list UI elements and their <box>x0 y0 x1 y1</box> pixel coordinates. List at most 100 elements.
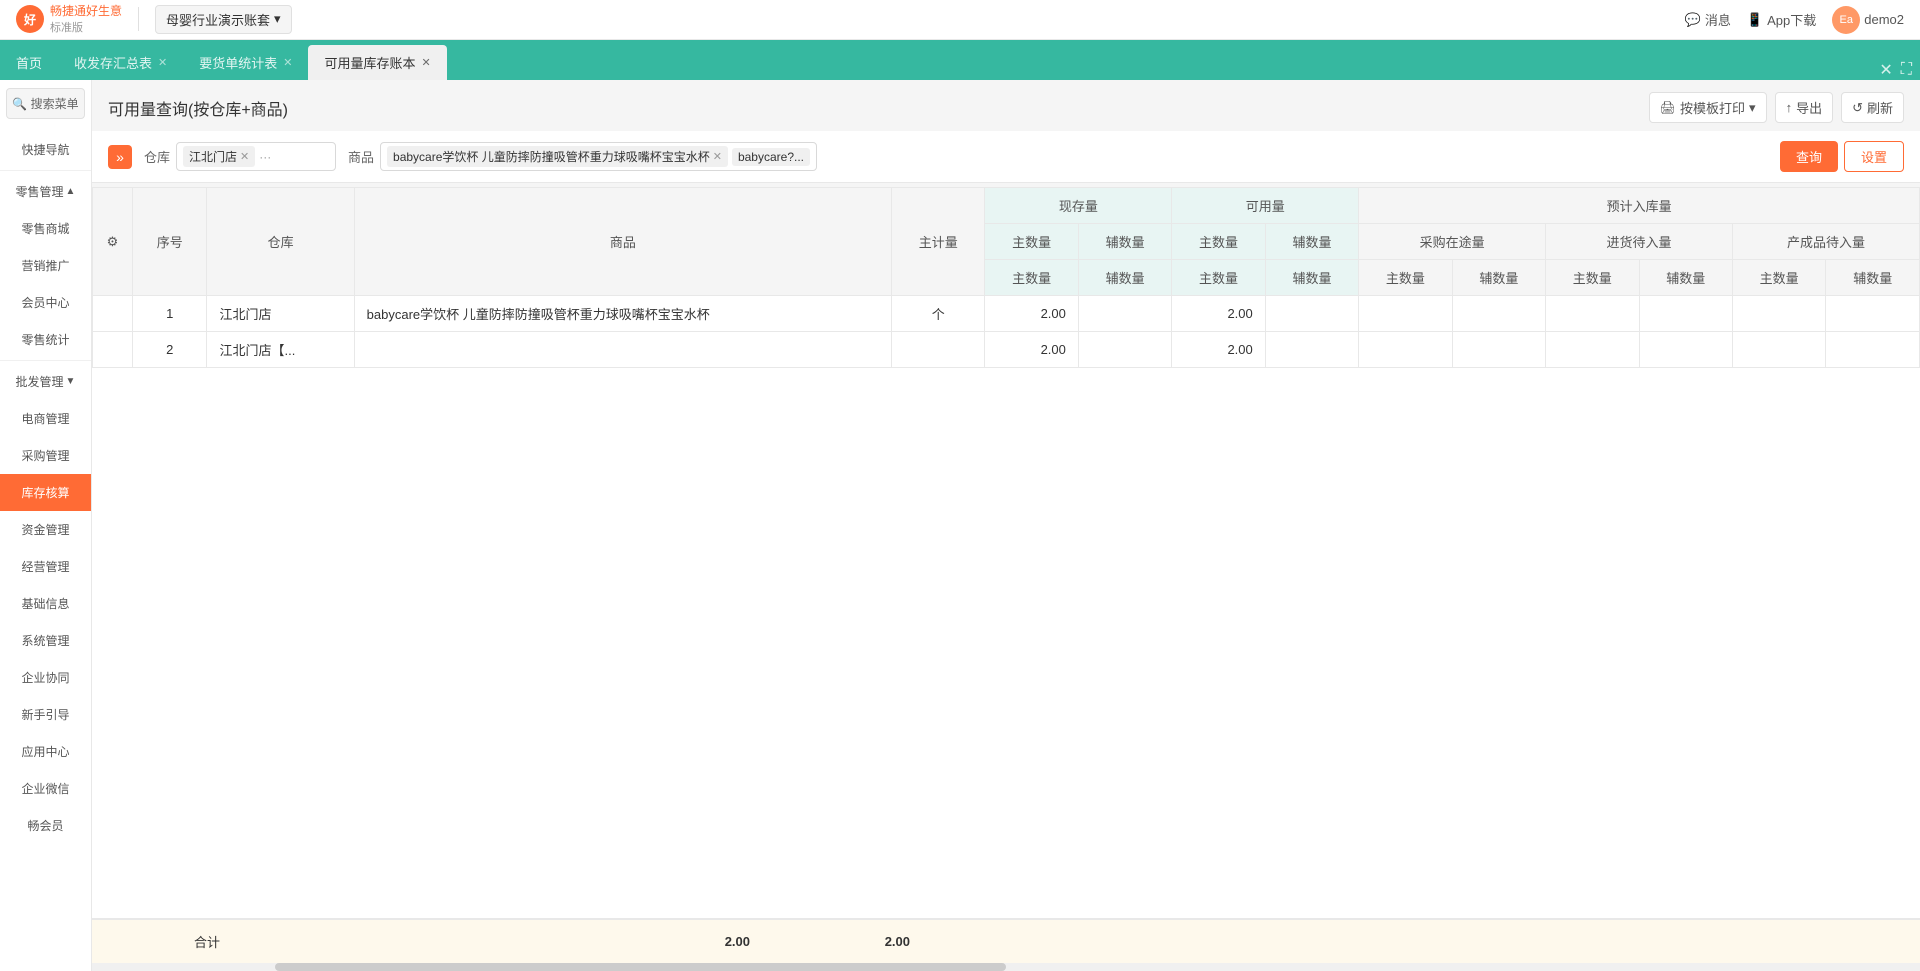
top-bar-right: 💬 消息 📱 App下载 Ea demo2 <box>1685 6 1904 34</box>
tab-receipt-label: 收发存汇总表 <box>74 53 152 72</box>
print-button[interactable]: 🖨 按模板打印 ▾ <box>1649 92 1767 123</box>
sidebar-nav: 快捷导航 零售管理 ▲ 零售商城 营销推广 会员中心 零售统计 批发管理 ▼ <box>0 127 91 848</box>
warehouse-tag-close-icon[interactable]: ✕ <box>240 150 249 163</box>
sidebar-item-wholesale-label: 批发管理 <box>16 373 64 390</box>
sidebar-item-member[interactable]: 会员中心 <box>0 284 91 321</box>
scroll-thumb[interactable] <box>275 963 1006 971</box>
cell-production-main <box>1732 296 1825 332</box>
tab-bar-actions: ✕ ⛶ <box>1871 60 1920 80</box>
expand-filter-button[interactable]: » <box>108 145 132 169</box>
sidebar-item-quick-nav[interactable]: 快捷导航 <box>0 131 91 168</box>
chevron-print-icon: ▾ <box>1749 100 1756 116</box>
footer-spacer-unit <box>602 938 682 946</box>
sidebar-item-wecom[interactable]: 企业微信 <box>0 770 91 807</box>
th-gear[interactable]: ⚙ <box>93 188 133 296</box>
sidebar-item-vip[interactable]: 畅会员 <box>0 807 91 844</box>
warehouse-more-icon[interactable]: ··· <box>259 150 271 164</box>
footer-spacer-seq <box>132 938 182 946</box>
cell-product <box>354 332 891 368</box>
username: demo2 <box>1864 12 1904 27</box>
avatar: Ea <box>1832 6 1860 34</box>
app-download-button[interactable]: 📱 App下载 <box>1747 10 1816 29</box>
cell-stock-main: 2.00 <box>985 296 1078 332</box>
sidebar-item-newbie[interactable]: 新手引导 <box>0 696 91 733</box>
sidebar-item-retail[interactable]: 零售管理 ▲ <box>0 173 91 210</box>
tab-home[interactable]: 首页 <box>0 45 58 80</box>
cell-production-main <box>1732 332 1825 368</box>
tab-bar: 首页 收发存汇总表 ✕ 要货单统计表 ✕ 可用量库存账本 ✕ ✕ ⛶ <box>0 40 1920 80</box>
sidebar-item-inventory[interactable]: 库存核算 <box>0 474 91 511</box>
cell-available-main: 2.00 <box>1172 332 1265 368</box>
cell-available-aux <box>1265 296 1358 332</box>
sidebar-item-operations[interactable]: 经营管理 <box>0 548 91 585</box>
sidebar-item-ecommerce[interactable]: 电商管理 <box>0 400 91 437</box>
sidebar-item-app-center-label: 应用中心 <box>21 743 69 760</box>
cell-available-main: 2.00 <box>1172 296 1265 332</box>
sidebar-item-retail-stats[interactable]: 零售统计 <box>0 321 91 358</box>
tab-home-label: 首页 <box>16 53 42 72</box>
th-stock-main: 主数量 <box>985 224 1078 260</box>
sidebar-item-basic[interactable]: 基础信息 <box>0 585 91 622</box>
tab-receipt-close-icon[interactable]: ✕ <box>158 56 167 69</box>
warehouse-tag-area[interactable]: 江北门店 ✕ ··· <box>176 142 336 171</box>
sidebar-search: 🔍 搜索菜单 <box>0 80 91 127</box>
table-container: ⚙ 序号 仓库 商品 主计量 现存量 可用量 预计入库量 主数量 辅数量 主数量… <box>92 187 1920 918</box>
sidebar-item-enterprise[interactable]: 企业协同 <box>0 659 91 696</box>
product-label: 商品 <box>348 147 374 166</box>
chevron-icon: ▲ <box>66 186 76 197</box>
sidebar-item-retail-shop[interactable]: 零售商城 <box>0 210 91 247</box>
cell-stock-aux <box>1078 332 1171 368</box>
top-bar-left: 好 畅捷通好生意 标准版 母婴行业演示账套 ▾ <box>16 4 292 34</box>
bottom-scrollbar[interactable] <box>92 963 1920 971</box>
tab-available-close-icon[interactable]: ✕ <box>422 56 431 69</box>
sidebar-item-system[interactable]: 系统管理 <box>0 622 91 659</box>
tab-available-stock[interactable]: 可用量库存账本 ✕ <box>308 45 446 80</box>
search-menu-button[interactable]: 🔍 搜索菜单 <box>6 88 85 119</box>
product-tag-area[interactable]: babycare学饮杯 儿童防摔防撞吸管杯重力球吸嘴杯宝宝水杯 ✕ babyca… <box>380 142 817 171</box>
sidebar-item-purchase[interactable]: 采购管理 <box>0 437 91 474</box>
cell-gear <box>93 296 133 332</box>
maximize-icon[interactable]: ⛶ <box>1901 61 1912 79</box>
footer-label: 合计 <box>182 928 302 955</box>
th-unit: 主计量 <box>892 188 985 296</box>
content-area: 可用量查询(按仓库+商品) 🖨 按模板打印 ▾ ↑ 导出 ↺ 刷新 <box>92 80 1920 971</box>
search-icon: 🔍 <box>12 97 27 111</box>
sidebar-item-purchase-label: 采购管理 <box>21 447 69 464</box>
sidebar-item-marketing[interactable]: 营销推广 <box>0 247 91 284</box>
th-production-main: 主数量 <box>1732 260 1825 296</box>
cell-production-aux <box>1826 296 1920 332</box>
user-menu[interactable]: Ea demo2 <box>1832 6 1904 34</box>
sidebar-item-app-center[interactable]: 应用中心 <box>0 733 91 770</box>
product-tag-2-text: babycare?... <box>738 150 804 164</box>
th-purchase-group: 采购在途量 <box>1359 224 1546 260</box>
search-label: 搜索菜单 <box>31 97 79 111</box>
cell-production-aux <box>1826 332 1920 368</box>
setting-button[interactable]: 设置 <box>1844 141 1904 172</box>
message-button[interactable]: 💬 消息 <box>1685 10 1731 29</box>
export-button[interactable]: ↑ 导出 <box>1775 92 1834 123</box>
product-tag-1-close-icon[interactable]: ✕ <box>713 150 722 163</box>
sidebar-item-enterprise-label: 企业协同 <box>21 669 69 686</box>
sidebar-item-inventory-label: 库存核算 <box>21 484 69 501</box>
sidebar-item-basic-label: 基础信息 <box>21 595 69 612</box>
tab-order-label: 要货单统计表 <box>199 53 277 72</box>
th-stock-aux: 辅数量 <box>1078 224 1171 260</box>
tab-order-stats[interactable]: 要货单统计表 ✕ <box>183 45 308 80</box>
refresh-button[interactable]: ↺ 刷新 <box>1841 92 1904 123</box>
warehouse-tag: 江北门店 ✕ <box>183 146 255 167</box>
query-button[interactable]: 查询 <box>1780 141 1838 172</box>
close-tab-icon[interactable]: ✕ <box>1879 60 1892 80</box>
table-row: 2 江北门店【... 2.00 2.00 <box>93 332 1920 368</box>
footer-available-main: 2.00 <box>842 930 922 953</box>
app-icon: 📱 <box>1747 12 1763 28</box>
sidebar-item-wholesale[interactable]: 批发管理 ▼ <box>0 363 91 400</box>
divider <box>138 7 139 31</box>
th-purchase-aux: 辅数量 <box>1452 260 1545 296</box>
sidebar-item-system-label: 系统管理 <box>21 632 69 649</box>
th-stock-aux-2: 辅数量 <box>1078 260 1171 296</box>
tab-receipt-summary[interactable]: 收发存汇总表 ✕ <box>58 45 183 80</box>
tab-order-close-icon[interactable]: ✕ <box>283 56 292 69</box>
sidebar-item-finance[interactable]: 资金管理 <box>0 511 91 548</box>
cell-incoming-aux <box>1639 332 1732 368</box>
industry-selector[interactable]: 母婴行业演示账套 ▾ <box>155 5 292 34</box>
